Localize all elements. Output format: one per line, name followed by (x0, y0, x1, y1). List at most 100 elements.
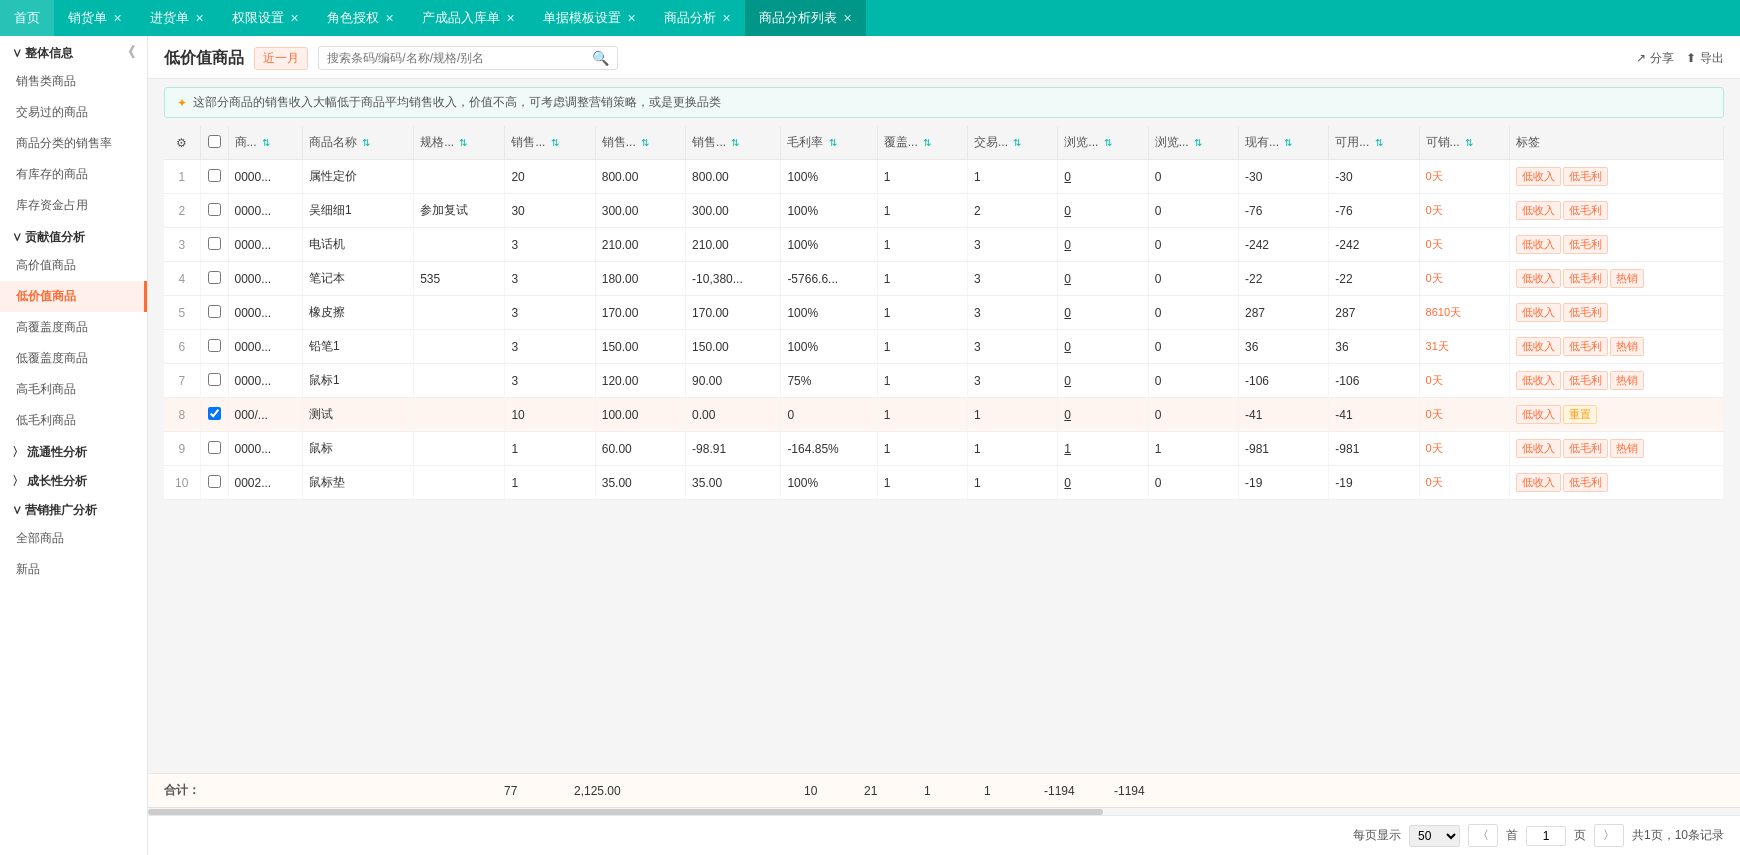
footer-available: -1194 (1108, 784, 1178, 798)
next-page-btn[interactable]: 〉 (1594, 824, 1624, 847)
page-input[interactable] (1526, 826, 1566, 846)
view1-link[interactable]: 0 (1064, 340, 1071, 354)
sort-view1-icon[interactable]: ⇅ (1104, 137, 1112, 148)
view1-link[interactable]: 0 (1064, 306, 1071, 320)
sidebar-group-contribution[interactable]: ∨ 贡献值分析 (0, 221, 147, 250)
sidebar-item-traded-goods[interactable]: 交易过的商品 (0, 97, 147, 128)
sidebar-group-flow[interactable]: 〉 流通性分析 (0, 436, 147, 465)
nav-analysis[interactable]: 商品分析 ✕ (650, 0, 745, 36)
sort-saleqty-icon[interactable]: ⇅ (551, 137, 559, 148)
row-checkbox[interactable] (208, 305, 221, 318)
td-spec (414, 228, 505, 262)
close-icon[interactable]: ✕ (506, 12, 515, 25)
footer-spacer2 (328, 784, 428, 798)
share-button[interactable]: ↗ 分享 (1636, 50, 1674, 67)
sidebar-item-high-value[interactable]: 高价值商品 (0, 250, 147, 281)
footer-spacer3 (428, 784, 498, 798)
close-icon[interactable]: ✕ (195, 12, 204, 25)
footer-sale-qty: 77 (498, 784, 568, 798)
td-spec (414, 160, 505, 194)
row-checkbox[interactable] (208, 169, 221, 182)
row-checkbox[interactable] (208, 373, 221, 386)
sidebar-item-all-goods[interactable]: 全部商品 (0, 523, 147, 554)
view1-link[interactable]: 1 (1064, 442, 1071, 456)
nav-product-in[interactable]: 产成品入库单 ✕ (408, 0, 529, 36)
sort-spec-icon[interactable]: ⇅ (459, 137, 467, 148)
view1-link[interactable]: 0 (1064, 204, 1071, 218)
collapse-icon[interactable]: 《 (121, 44, 135, 62)
view1-link[interactable]: 0 (1064, 238, 1071, 252)
sort-view2-icon[interactable]: ⇅ (1194, 137, 1202, 148)
row-checkbox[interactable] (208, 407, 221, 420)
sidebar-item-high-profit[interactable]: 高毛利商品 (0, 374, 147, 405)
nav-permission[interactable]: 权限设置 ✕ (218, 0, 313, 36)
sort-name-icon[interactable]: ⇅ (362, 137, 370, 148)
tag-badge: 低收入 (1516, 371, 1561, 390)
row-checkbox[interactable] (208, 441, 221, 454)
th-gear[interactable]: ⚙ (164, 126, 200, 160)
view1-link[interactable]: 0 (1064, 170, 1071, 184)
row-checkbox[interactable] (208, 475, 221, 488)
sort-profit-icon[interactable]: ⇅ (829, 137, 837, 148)
view1-link[interactable]: 0 (1064, 408, 1071, 422)
nav-home[interactable]: 首页 (0, 0, 54, 36)
td-spec (414, 466, 505, 500)
sort-stock-icon[interactable]: ⇅ (1284, 137, 1292, 148)
sort-trade-icon[interactable]: ⇅ (1013, 137, 1021, 148)
close-icon[interactable]: ✕ (113, 12, 122, 25)
sidebar-item-category-rate[interactable]: 商品分类的销售率 (0, 128, 147, 159)
sort-avail-icon[interactable]: ⇅ (1375, 137, 1383, 148)
close-icon[interactable]: ✕ (843, 12, 852, 25)
sidebar-item-sales-goods[interactable]: 销售类商品 (0, 66, 147, 97)
nav-purchase[interactable]: 进货单 ✕ (136, 0, 218, 36)
sort-saleprice-icon[interactable]: ⇅ (641, 137, 649, 148)
sort-coverage-icon[interactable]: ⇅ (923, 137, 931, 148)
sidebar-group-overview[interactable]: ∨ 整体信息 《 (0, 36, 147, 66)
view1-link[interactable]: 0 (1064, 374, 1071, 388)
sidebar-item-low-profit[interactable]: 低毛利商品 (0, 405, 147, 436)
close-icon[interactable]: ✕ (290, 12, 299, 25)
td-gear: 7 (164, 364, 200, 398)
td-checkbox (200, 194, 228, 228)
sidebar-item-new-goods[interactable]: 新品 (0, 554, 147, 585)
td-sale-amount: -98.91 (686, 432, 781, 466)
search-icon[interactable]: 🔍 (592, 50, 609, 66)
row-checkbox[interactable] (208, 271, 221, 284)
table-row: 8 000/... 测试 10 100.00 0.00 0 1 1 0 0 -4… (164, 398, 1724, 432)
close-icon[interactable]: ✕ (627, 12, 636, 25)
nav-role[interactable]: 角色授权 ✕ (313, 0, 408, 36)
search-input[interactable] (327, 51, 592, 65)
close-icon[interactable]: ✕ (385, 12, 394, 25)
sort-code-icon[interactable]: ⇅ (262, 137, 270, 148)
close-icon[interactable]: ✕ (722, 12, 731, 25)
nav-sales[interactable]: 销货单 ✕ (54, 0, 136, 36)
td-trade: 1 (968, 466, 1058, 500)
filter-recent-month[interactable]: 近一月 (254, 47, 308, 70)
td-view2: 0 (1148, 296, 1238, 330)
nav-analysis-list[interactable]: 商品分析列表 ✕ (745, 0, 866, 36)
footer-label: 合计： (164, 782, 200, 799)
sidebar-item-stocked-goods[interactable]: 有库存的商品 (0, 159, 147, 190)
row-checkbox[interactable] (208, 237, 221, 250)
sidebar-group-growth[interactable]: 〉 成长性分析 (0, 465, 147, 494)
sort-sell-icon[interactable]: ⇅ (1465, 137, 1473, 148)
first-page-btn[interactable]: 〈 (1468, 824, 1498, 847)
th-tags: 标签 (1509, 126, 1723, 160)
sort-saleamt-icon[interactable]: ⇅ (731, 137, 739, 148)
sidebar-item-low-value[interactable]: 低价值商品 (0, 281, 147, 312)
sidebar-group-marketing[interactable]: ∨ 营销推广分析 (0, 494, 147, 523)
tag-badge: 低毛利 (1563, 167, 1608, 186)
sidebar-item-capital[interactable]: 库存资金占用 (0, 190, 147, 221)
sidebar-item-low-coverage[interactable]: 低覆盖度商品 (0, 343, 147, 374)
row-checkbox[interactable] (208, 339, 221, 352)
export-button[interactable]: ⬆ 导出 (1686, 50, 1724, 67)
view1-link[interactable]: 0 (1064, 272, 1071, 286)
view1-link[interactable]: 0 (1064, 476, 1071, 490)
select-all-checkbox[interactable] (208, 135, 221, 148)
tag-badge: 重置 (1563, 405, 1597, 424)
day-badge: 0天 (1426, 204, 1443, 216)
row-checkbox[interactable] (208, 203, 221, 216)
nav-template[interactable]: 单据模板设置 ✕ (529, 0, 650, 36)
per-page-select[interactable]: 50 100 (1409, 825, 1460, 847)
sidebar-item-high-coverage[interactable]: 高覆盖度商品 (0, 312, 147, 343)
